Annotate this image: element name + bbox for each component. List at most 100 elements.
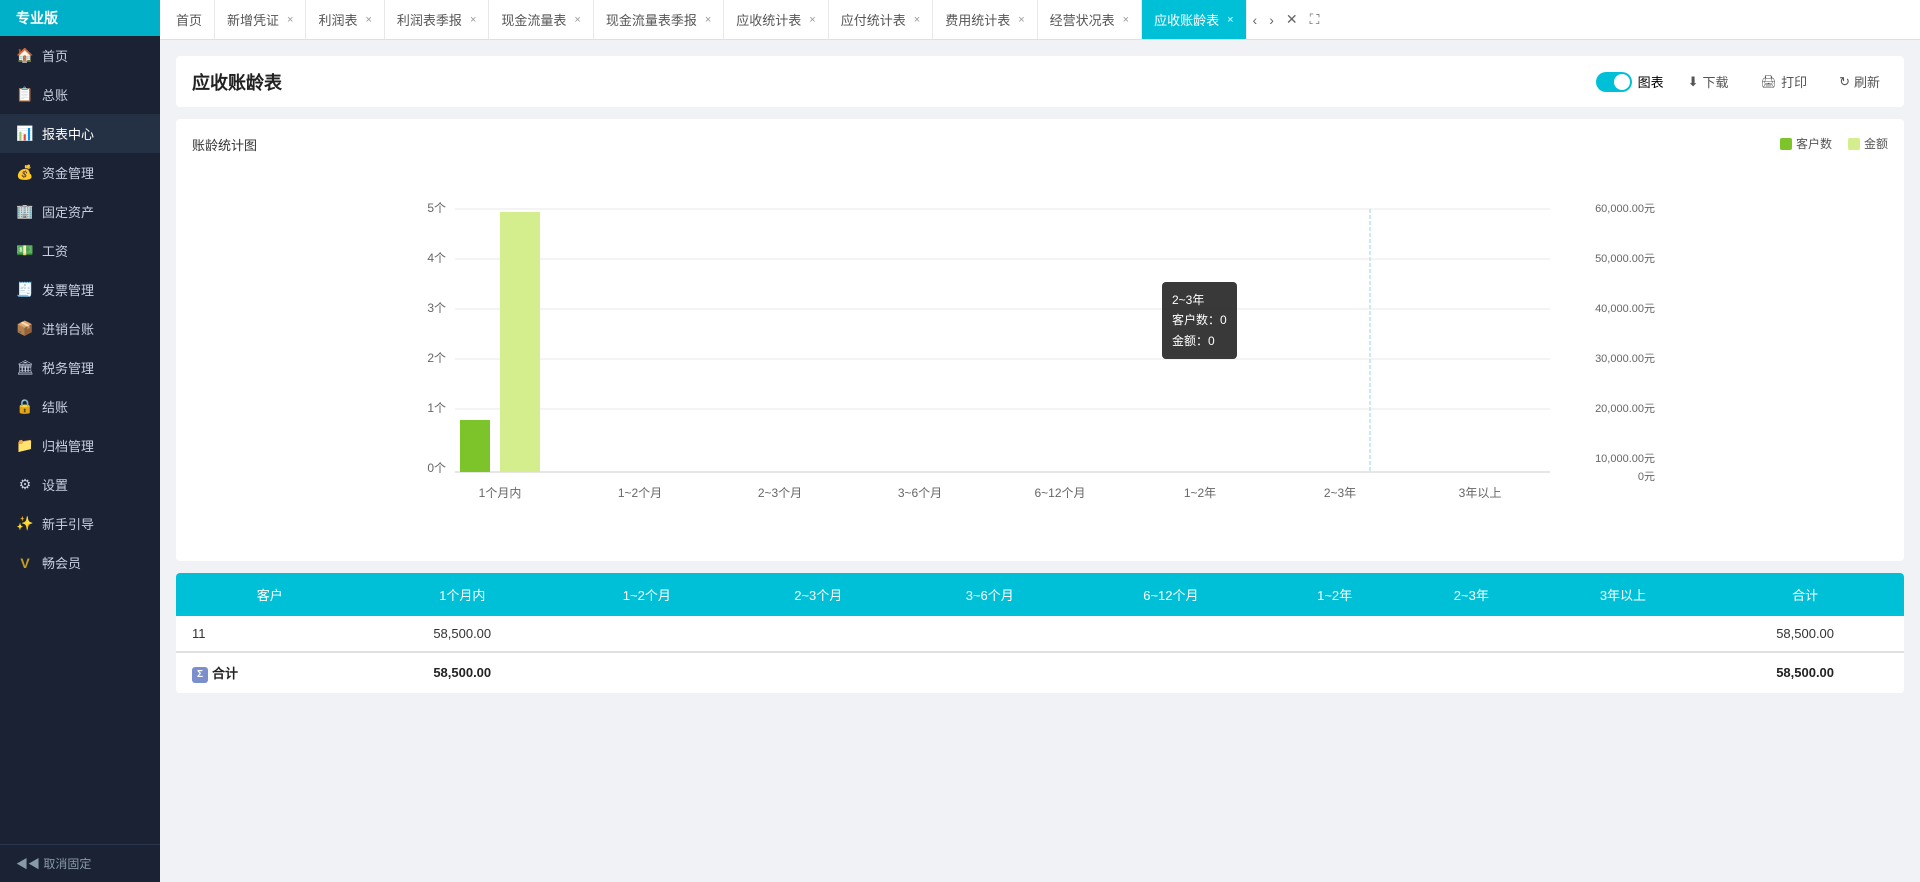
chart-svg-wrap: 5个 4个 3个 2个 1个 0个 60,000.00元 50,000.00元 … [192, 162, 1888, 545]
ledger-icon: 📋 [16, 86, 34, 103]
tab-ap-stat[interactable]: 应付统计表 × [829, 0, 933, 39]
tab-expense-label: 费用统计表 [945, 10, 1010, 29]
sidebar-item-salary[interactable]: 💵 工资 [0, 231, 160, 270]
sidebar-item-label: 报表中心 [42, 124, 94, 143]
col-header-y12: 1~2年 [1266, 573, 1403, 616]
footer-m612 [1075, 652, 1266, 693]
settings-icon: ⚙ [16, 476, 34, 493]
col-header-y23: 2~3年 [1403, 573, 1540, 616]
sidebar-item-reports[interactable]: 📊 报表中心 [0, 114, 160, 153]
refresh-button[interactable]: ↻ 刷新 [1831, 68, 1888, 95]
guide-icon: ✨ [16, 515, 34, 532]
sidebar-item-label: 工资 [42, 241, 68, 260]
svg-text:60,000.00元: 60,000.00元 [1595, 203, 1655, 215]
sidebar-item-label: 发票管理 [42, 280, 94, 299]
tab-profit-q[interactable]: 利润表季报 × [385, 0, 489, 39]
page-title: 应收账龄表 [192, 69, 282, 95]
tab-expense-close[interactable]: × [1018, 14, 1024, 26]
svg-text:3年以上: 3年以上 [1459, 486, 1502, 500]
footer-y3plus [1540, 652, 1707, 693]
sidebar-item-invoice[interactable]: 🧾 发票管理 [0, 270, 160, 309]
svg-text:1个: 1个 [427, 401, 446, 415]
footer-m1: 58,500.00 [363, 652, 561, 693]
sidebar-item-label: 畅会员 [42, 553, 81, 572]
title-actions: 图表 ⬇ 下载 🖨 打印 ↻ 刷新 [1596, 68, 1888, 95]
tab-ap-stat-label: 应付统计表 [841, 10, 906, 29]
cell-customer: 11 [176, 616, 363, 652]
refresh-label: 刷新 [1854, 72, 1880, 91]
svg-text:40,000.00元: 40,000.00元 [1595, 303, 1655, 315]
download-button[interactable]: ⬇ 下载 [1680, 68, 1737, 95]
tab-voucher[interactable]: 新增凭证 × [215, 0, 306, 39]
col-header-m23: 2~3个月 [733, 573, 904, 616]
tab-business-close[interactable]: × [1123, 14, 1129, 26]
sidebar-item-purchase[interactable]: 📦 进销台账 [0, 309, 160, 348]
cell-y23 [1403, 616, 1540, 652]
tab-cashflow-q-label: 现金流量表季报 [606, 10, 697, 29]
svg-text:0元: 0元 [1638, 471, 1655, 483]
cell-total: 58,500.00 [1706, 616, 1904, 652]
download-icon: ⬇ [1688, 74, 1699, 90]
tab-ar-stat[interactable]: 应收统计表 × [724, 0, 828, 39]
chart-svg: 5个 4个 3个 2个 1个 0个 60,000.00元 50,000.00元 … [192, 162, 1888, 542]
tab-cashflow[interactable]: 现金流量表 × [489, 0, 593, 39]
tab-next-button[interactable]: › [1263, 12, 1280, 28]
home-icon: 🏠 [16, 47, 34, 64]
tab-close-all-button[interactable]: ✕ [1280, 11, 1304, 28]
tab-ar-stat-close[interactable]: × [809, 14, 815, 26]
col-header-m1: 1个月内 [363, 573, 561, 616]
footer-y23 [1403, 652, 1540, 693]
chart-title: 账龄统计图 [192, 135, 1888, 154]
sidebar-item-close[interactable]: 🔒 结账 [0, 387, 160, 426]
tab-voucher-close[interactable]: × [287, 14, 293, 26]
tab-profit[interactable]: 利润表 × [306, 0, 384, 39]
sidebar-item-settings[interactable]: ⚙ 设置 [0, 465, 160, 504]
tab-profit-close[interactable]: × [365, 14, 371, 26]
sidebar-collapse-button[interactable]: ◀◀ 取消固定 [0, 844, 160, 882]
sidebar-item-ledger[interactable]: 📋 总账 [0, 75, 160, 114]
bar-amount-0 [500, 212, 540, 472]
total-icon: Σ [192, 667, 208, 683]
assets-icon: 🏢 [16, 203, 34, 220]
tab-bar: 首页 新增凭证 × 利润表 × 利润表季报 × 现金流量表 × 现金流量表季报 … [160, 0, 1920, 40]
tab-ar-age[interactable]: 应收账龄表 × [1142, 0, 1246, 39]
invoice-icon: 🧾 [16, 281, 34, 298]
table-row: 11 58,500.00 58,500.00 [176, 616, 1904, 652]
tab-expense[interactable]: 费用统计表 × [933, 0, 1037, 39]
tab-profit-q-close[interactable]: × [470, 14, 476, 26]
chart-toggle[interactable] [1596, 72, 1632, 92]
tab-prev-button[interactable]: ‹ [1247, 12, 1264, 28]
sidebar-item-home[interactable]: 🏠 首页 [0, 36, 160, 75]
svg-text:4个: 4个 [427, 251, 446, 265]
sidebar-item-guide[interactable]: ✨ 新手引导 [0, 504, 160, 543]
tab-business[interactable]: 经营状况表 × [1038, 0, 1142, 39]
tab-fullscreen-button[interactable]: ⛶ [1304, 11, 1326, 28]
cell-m612 [1075, 616, 1266, 652]
sidebar-item-label: 结账 [42, 397, 68, 416]
close-account-icon: 🔒 [16, 398, 34, 415]
chart-legend: 客户数 金额 [1780, 135, 1888, 152]
sidebar-item-funds[interactable]: 💰 资金管理 [0, 153, 160, 192]
sidebar-item-label: 设置 [42, 475, 68, 494]
svg-text:2个: 2个 [427, 351, 446, 365]
print-button[interactable]: 🖨 打印 [1753, 68, 1816, 95]
col-header-y3plus: 3年以上 [1540, 573, 1707, 616]
tab-ap-stat-close[interactable]: × [914, 14, 920, 26]
tab-cashflow-q-close[interactable]: × [705, 14, 711, 26]
svg-text:30,000.00元: 30,000.00元 [1595, 353, 1655, 365]
sidebar-item-label: 税务管理 [42, 358, 94, 377]
sidebar-item-vip[interactable]: V 畅会员 [0, 543, 160, 582]
sidebar-item-tax[interactable]: 🏛 税务管理 [0, 348, 160, 387]
sidebar-item-archive[interactable]: 📁 归档管理 [0, 426, 160, 465]
col-header-m612: 6~12个月 [1075, 573, 1266, 616]
svg-text:50,000.00元: 50,000.00元 [1595, 253, 1655, 265]
sidebar-item-label: 进销台账 [42, 319, 94, 338]
tab-cashflow-q[interactable]: 现金流量表季报 × [594, 0, 724, 39]
tab-home[interactable]: 首页 [164, 0, 215, 39]
sidebar-item-assets[interactable]: 🏢 固定资产 [0, 192, 160, 231]
tab-ar-age-close[interactable]: × [1227, 14, 1233, 26]
chart-container: 账龄统计图 客户数 金额 5个 4个 3个 2个 1个 [176, 119, 1904, 561]
purchase-icon: 📦 [16, 320, 34, 337]
tab-cashflow-close[interactable]: × [574, 14, 580, 26]
sidebar-item-label: 新手引导 [42, 514, 94, 533]
